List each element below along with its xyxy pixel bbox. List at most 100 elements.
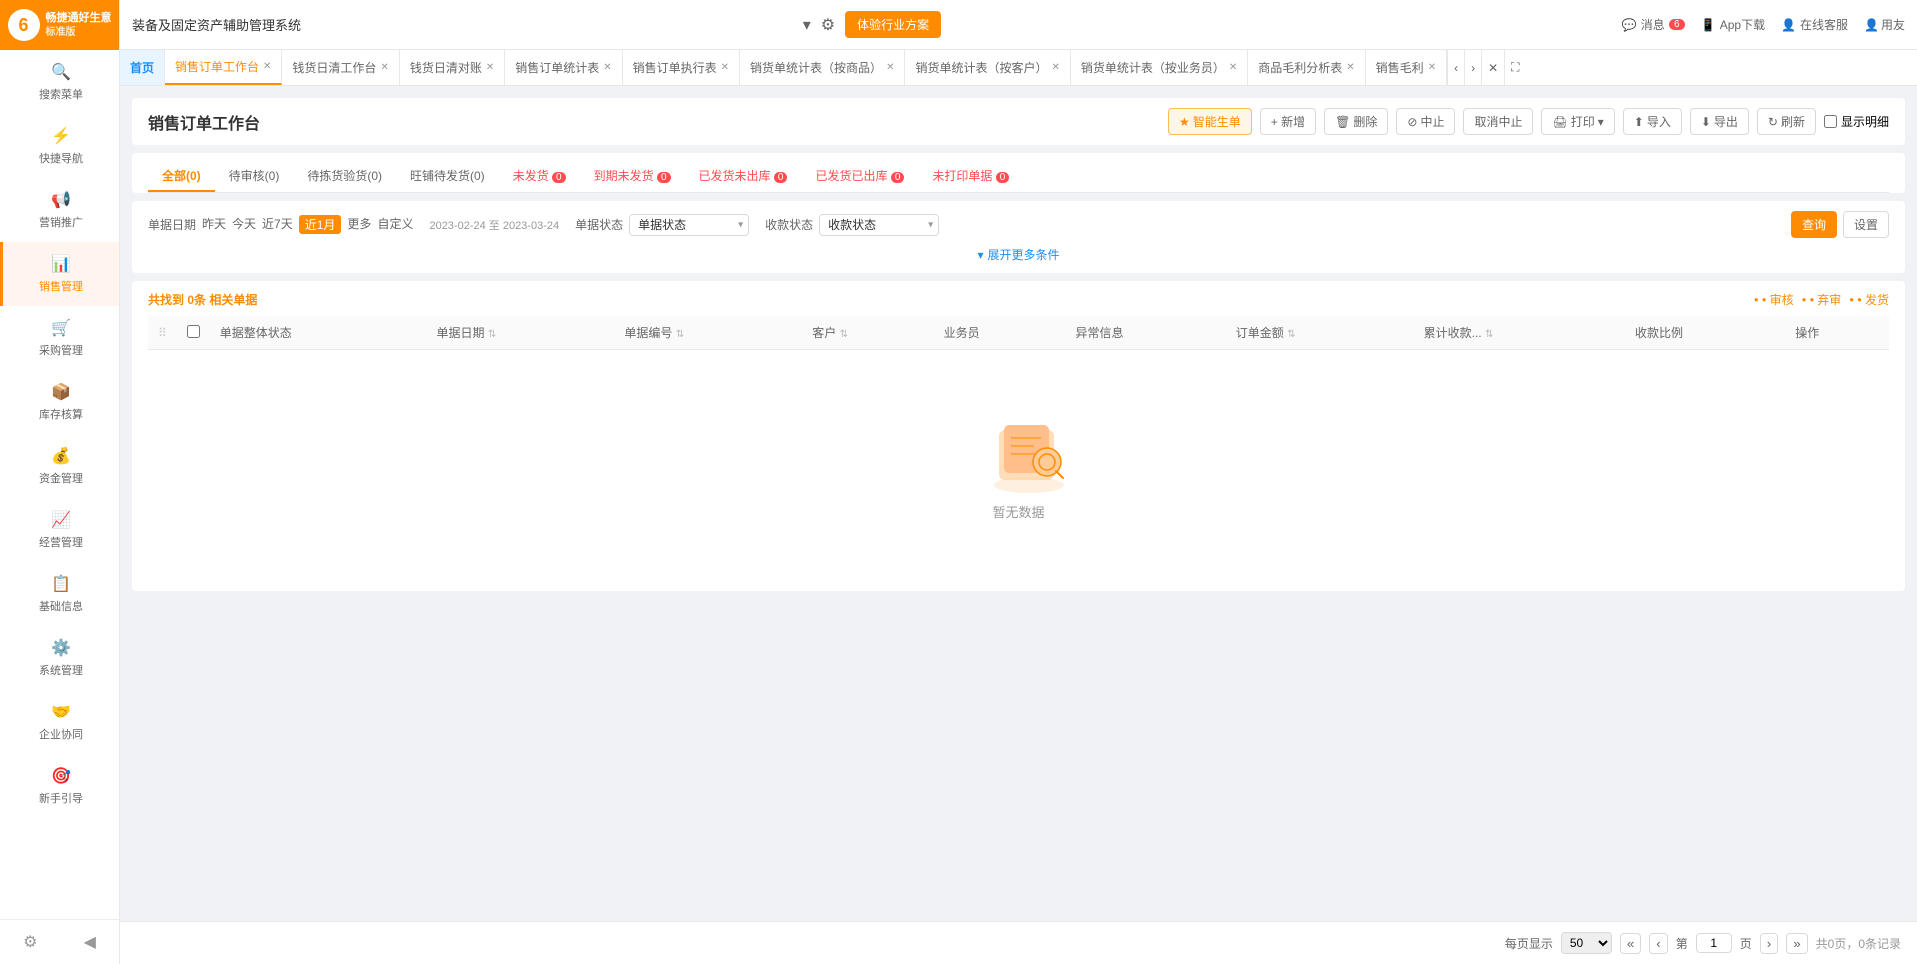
- subtab-not-shipped[interactable]: 未发货 0: [499, 161, 580, 192]
- select-all-checkbox[interactable]: [187, 325, 200, 338]
- tab-close-cash-goods[interactable]: ✕: [486, 62, 494, 73]
- page-size-select[interactable]: 50 10 20 100: [1561, 932, 1612, 954]
- col-collected[interactable]: 累计收款... ⇅: [1414, 316, 1625, 350]
- subtab-all[interactable]: 全部(0): [148, 161, 215, 192]
- show-detail-checkbox[interactable]: [1824, 115, 1837, 128]
- date-link-1month[interactable]: 近1月: [299, 215, 342, 234]
- tab-sales-stats[interactable]: 销售订单统计表 ✕: [505, 50, 622, 85]
- message-btn[interactable]: 💬 消息 6: [1622, 16, 1685, 33]
- sidebar-item-cooperation[interactable]: 🤝 企业协同: [0, 690, 119, 754]
- page-number-input[interactable]: [1696, 933, 1732, 953]
- col-customer[interactable]: 客户 ⇅: [802, 316, 933, 350]
- import-button[interactable]: ⬆ 导入: [1623, 108, 1682, 135]
- sidebar-item-sales[interactable]: 📊 销售管理: [0, 242, 119, 306]
- subtab-pending-inspect[interactable]: 待拣货验货(0): [293, 161, 396, 192]
- sidebar-collapse-btn[interactable]: ◀: [84, 932, 96, 952]
- date-link-custom[interactable]: 自定义: [377, 215, 413, 234]
- tab-scroll-right[interactable]: ›: [1464, 50, 1481, 85]
- tab-sale-stats-customer[interactable]: 销货单统计表（按客户） ✕: [905, 50, 1070, 85]
- message-icon: 💬: [1622, 18, 1637, 32]
- date-link-yesterday[interactable]: 昨天: [202, 215, 226, 234]
- tab-cash-goods[interactable]: 钱货日清对账 ✕: [400, 50, 505, 85]
- user-menu[interactable]: 👤 用友: [1864, 16, 1905, 33]
- tab-sale-stats-staff[interactable]: 销货单统计表（按业务员） ✕: [1071, 50, 1248, 85]
- export-button[interactable]: ⬇ 导出: [1690, 108, 1749, 135]
- subtab-not-shipped-label: 未发货: [513, 169, 549, 183]
- col-number[interactable]: 单据编号 ⇅: [614, 316, 802, 350]
- sidebar-item-system[interactable]: ⚙️ 系统管理: [0, 626, 119, 690]
- subtab-pending-review[interactable]: 待审核(0): [215, 161, 294, 192]
- tab-maximize[interactable]: ⛶: [1504, 50, 1525, 85]
- online-service-btn[interactable]: 👤 在线客服: [1781, 16, 1848, 33]
- topbar-dropdown-icon[interactable]: ▾: [803, 15, 811, 35]
- sidebar-item-quick-nav[interactable]: ⚡ 快捷导航: [0, 114, 119, 178]
- sidebar-item-search[interactable]: 🔍 搜索菜单: [0, 50, 119, 114]
- smart-create-button[interactable]: ★ 智能生单: [1168, 108, 1252, 135]
- last-page-btn[interactable]: »: [1786, 933, 1807, 954]
- tab-sale-stats-product[interactable]: 销货单统计表（按商品） ✕: [740, 50, 905, 85]
- cancel-stop-button[interactable]: 取消中止: [1463, 108, 1533, 135]
- topbar-settings-icon[interactable]: ⚙: [821, 15, 835, 35]
- payment-select[interactable]: 收款状态: [819, 214, 939, 236]
- tab-close-staff[interactable]: ✕: [1229, 62, 1237, 73]
- tab-close-product[interactable]: ✕: [886, 62, 894, 73]
- sidebar-item-label: 营销推广: [39, 214, 83, 230]
- review-action-btn[interactable]: ● 审核: [1754, 291, 1794, 308]
- tab-cash-clear[interactable]: 钱货日清工作台 ✕: [282, 50, 399, 85]
- sidebar-item-operations[interactable]: 📈 经营管理: [0, 498, 119, 562]
- subtab-shipped-not-out[interactable]: 已发货未出库 0: [685, 161, 802, 192]
- sidebar-item-guide[interactable]: 🎯 新手引导: [0, 754, 119, 818]
- status-select[interactable]: 单据状态: [629, 214, 749, 236]
- query-button[interactable]: 查询: [1791, 211, 1837, 238]
- date-link-today[interactable]: 今天: [232, 215, 256, 234]
- subtab-shipped-out[interactable]: 已发货已出库 0: [801, 161, 918, 192]
- tab-close-customer[interactable]: ✕: [1051, 62, 1059, 73]
- subtab-not-printed-label: 未打印单据: [932, 169, 992, 183]
- date-range-display: 2023-02-24 至 2023-03-24: [429, 217, 559, 233]
- tab-sales-profit[interactable]: 销售毛利 ✕: [1366, 50, 1447, 85]
- show-detail-toggle[interactable]: 显示明细: [1824, 113, 1889, 130]
- expand-filter-btn[interactable]: ▾ 展开更多条件: [977, 246, 1059, 263]
- industry-solution-button[interactable]: 体验行业方案: [845, 11, 941, 38]
- print-button[interactable]: 🖨 打印 ▾: [1541, 108, 1614, 135]
- col-amount[interactable]: 订单金额 ⇅: [1226, 316, 1414, 350]
- tab-close-sales-profit[interactable]: ✕: [1428, 62, 1436, 73]
- prev-page-btn[interactable]: ‹: [1649, 933, 1667, 954]
- first-page-btn[interactable]: «: [1620, 933, 1641, 954]
- sidebar-item-marketing[interactable]: 📢 营销推广: [0, 178, 119, 242]
- next-page-btn[interactable]: ›: [1760, 933, 1778, 954]
- sidebar-item-basic-info[interactable]: 📋 基础信息: [0, 562, 119, 626]
- tab-scroll-left[interactable]: ‹: [1447, 50, 1464, 85]
- date-link-more[interactable]: 更多: [347, 215, 371, 234]
- delete-button[interactable]: 🗑 删除: [1324, 108, 1388, 135]
- sidebar-item-purchase[interactable]: 🛒 采购管理: [0, 306, 119, 370]
- tab-sales-order[interactable]: 销售订单工作台 ✕: [165, 50, 282, 85]
- date-link-7days[interactable]: 近7天: [262, 215, 293, 234]
- tab-close-sales-exec[interactable]: ✕: [721, 62, 729, 73]
- tab-close-sales-order[interactable]: ✕: [263, 61, 271, 72]
- tab-home[interactable]: 首页: [120, 50, 165, 85]
- sidebar-item-inventory[interactable]: 📦 库存核算: [0, 370, 119, 434]
- filter-expand-row: ▾ 展开更多条件: [148, 238, 1889, 263]
- ship-label: 发货: [1865, 291, 1889, 308]
- add-button[interactable]: + 新增: [1260, 108, 1316, 135]
- tab-close-sales-stats[interactable]: ✕: [603, 62, 611, 73]
- tab-close-gross-margin[interactable]: ✕: [1346, 62, 1354, 73]
- stop-button[interactable]: ⊘ 中止: [1396, 108, 1455, 135]
- sidebar-item-finance[interactable]: 💰 资金管理: [0, 434, 119, 498]
- col-date[interactable]: 单据日期 ⇅: [427, 316, 615, 350]
- subtab-not-printed[interactable]: 未打印单据 0: [918, 161, 1023, 192]
- tab-sales-exec[interactable]: 销售订单执行表 ✕: [623, 50, 740, 85]
- refresh-button[interactable]: ↻ 刷新: [1757, 108, 1816, 135]
- subtab-overdue-not-shipped[interactable]: 到期未发货 0: [580, 161, 685, 192]
- filter-settings-button[interactable]: 设置: [1843, 211, 1889, 238]
- revoke-dot: ●: [1809, 295, 1814, 304]
- revoke-action-btn[interactable]: ● 弃审: [1802, 291, 1842, 308]
- tab-gross-margin[interactable]: 商品毛利分析表 ✕: [1248, 50, 1365, 85]
- sidebar-settings-btn[interactable]: ⚙: [23, 932, 37, 952]
- app-download-btn[interactable]: 📱 App下载: [1701, 16, 1765, 33]
- ship-action-btn[interactable]: ● 发货: [1849, 291, 1889, 308]
- tab-close-cash-clear[interactable]: ✕: [380, 62, 388, 73]
- tab-close-all[interactable]: ✕: [1481, 50, 1504, 85]
- subtab-wangpu[interactable]: 旺铺待发货(0): [396, 161, 499, 192]
